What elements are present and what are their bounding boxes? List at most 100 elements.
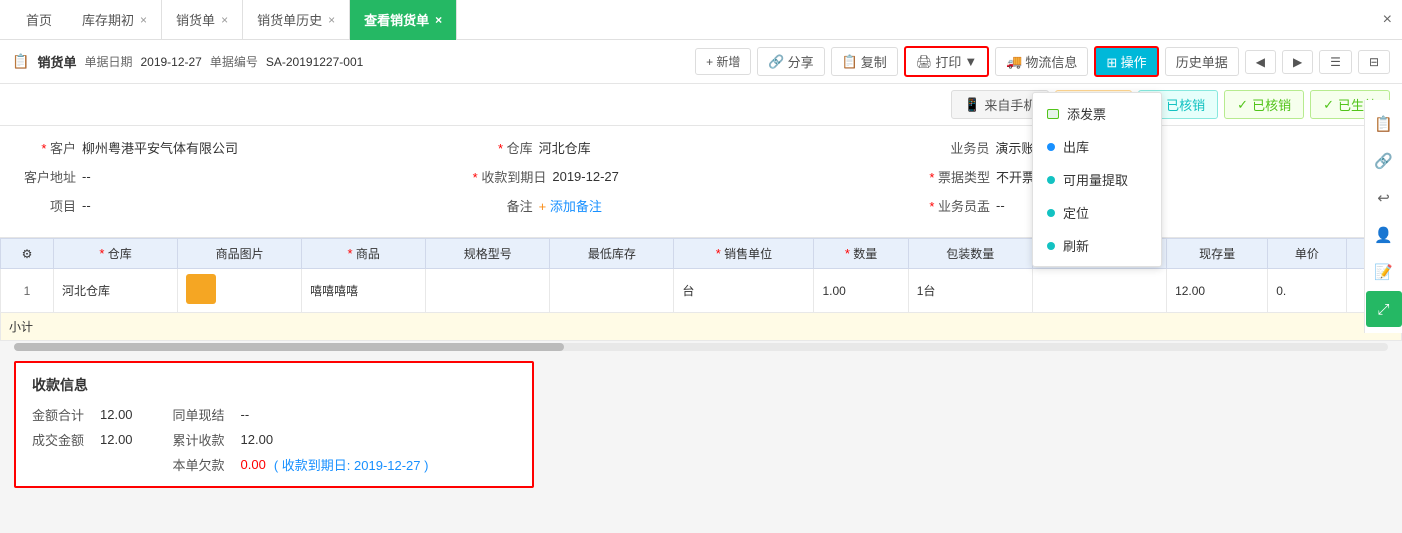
address-value: -- xyxy=(82,169,91,184)
th-spec: 规格型号 xyxy=(426,239,550,269)
payment-col-right: 同单现结 -- 累计收款 12.00 本单欠款 0.00 ( 收款到期日: 20… xyxy=(173,405,429,474)
tab-sales-history[interactable]: 销货单历史 × xyxy=(243,0,350,40)
amount-total-item: 金额合计 12.00 xyxy=(32,405,133,424)
dropdown-arrow-icon: ▼ xyxy=(964,54,977,69)
main-content: 📋 销货单 单据日期 2019-12-27 单据编号 SA-20191227-0… xyxy=(0,40,1402,533)
subtotal-label: 小计 xyxy=(1,313,1402,341)
same-order-value: -- xyxy=(241,407,250,422)
form-area: 客户 柳州粤港平安气体有限公司 仓库 河北仓库 业务员 演示账号 客户地址 --… xyxy=(0,126,1402,238)
print-button[interactable]: 🖨 打印 ▼ xyxy=(904,46,989,77)
right-panel: 📋 🔗 ↩ 👤 📝 ⤢ xyxy=(1364,100,1402,333)
locate-icon xyxy=(1047,209,1055,217)
outbound-item[interactable]: 出库 xyxy=(1033,130,1161,163)
row-min-stock xyxy=(550,269,674,313)
customer-label: 客户 xyxy=(16,138,76,157)
same-order-item: 同单现结 -- xyxy=(173,405,429,424)
share-button[interactable]: 🔗 分享 xyxy=(757,47,824,76)
prev-button[interactable]: ◀ xyxy=(1245,50,1276,74)
table-wrap: ⚙ * 仓库 商品图片 * 商品 规格型号 最低库存 * 销售单位 * 数量 包… xyxy=(0,238,1402,341)
form-row-2: 客户地址 -- 收款到期日 2019-12-27 票据类型 不开票 xyxy=(16,167,1386,186)
status-area: 📱 来自手机 ● 未开票 ✓ 已核销 ✓ 已核销 ✓ 已生效 xyxy=(0,84,1402,126)
logistics-button[interactable]: 🚚 物流信息 xyxy=(995,47,1088,76)
th-product-img: 商品图片 xyxy=(178,239,302,269)
project-field: 项目 -- xyxy=(16,196,473,215)
right-undo-icon[interactable]: ↩ xyxy=(1366,180,1402,216)
th-settings[interactable]: ⚙ xyxy=(1,239,54,269)
current-owe-item: 本单欠款 0.00 ( 收款到期日: 2019-12-27 ) xyxy=(173,455,429,474)
close-sales-tab[interactable]: × xyxy=(221,13,228,27)
history-button[interactable]: 历史单据 xyxy=(1165,47,1239,76)
date-value: 2019-12-27 xyxy=(140,55,201,69)
locate-item[interactable]: 定位 xyxy=(1033,196,1161,229)
row-avail xyxy=(1032,269,1166,313)
new-button[interactable]: + 新增 xyxy=(695,48,751,75)
deal-amount-value: 12.00 xyxy=(100,432,133,447)
operation-button[interactable]: ⊞ 操作 xyxy=(1094,46,1158,77)
products-table: ⚙ * 仓库 商品图片 * 商品 规格型号 最低库存 * 销售单位 * 数量 包… xyxy=(0,238,1402,341)
add-note-btn[interactable]: + 添加备注 xyxy=(539,196,602,215)
cumulative-value: 12.00 xyxy=(241,432,274,447)
share-icon: 🔗 xyxy=(768,54,784,70)
deal-amount-item: 成交金额 12.00 xyxy=(32,430,133,449)
tab-sales-order[interactable]: 销货单 × xyxy=(162,0,243,40)
note-label: 备注 xyxy=(473,196,533,215)
tab-inventory-init[interactable]: 库存期初 × xyxy=(68,0,162,40)
right-expand-icon[interactable]: ⤢ xyxy=(1366,291,1402,327)
close-inventory-tab[interactable]: × xyxy=(140,13,147,27)
invoice-icon xyxy=(1047,109,1059,119)
table-scrollbar[interactable] xyxy=(14,343,1388,351)
staff-label: 业务员 xyxy=(929,138,989,157)
right-note-icon[interactable]: 📝 xyxy=(1366,254,1402,290)
address-field: 客户地址 -- xyxy=(16,167,473,186)
customer-value: 柳州粤港平安气体有限公司 xyxy=(82,138,238,157)
ticket-type-label: 票据类型 xyxy=(929,167,990,186)
close-history-tab[interactable]: × xyxy=(328,13,335,27)
th-min-stock: 最低库存 xyxy=(550,239,674,269)
right-link-icon[interactable]: 🔗 xyxy=(1366,143,1402,179)
window-close-button[interactable]: × xyxy=(1383,11,1392,29)
grid-icon: ⊞ xyxy=(1106,55,1117,70)
th-qty: * 数量 xyxy=(814,239,908,269)
tab-bar: 首页 库存期初 × 销货单 × 销货单历史 × 查看销货单 × × xyxy=(0,0,1402,40)
address-label: 客户地址 xyxy=(16,167,76,186)
payment-info-box: 收款信息 金额合计 12.00 成交金额 12.00 同单现结 -- 累计收款 xyxy=(14,361,534,488)
right-doc-icon[interactable]: 📋 xyxy=(1366,106,1402,142)
th-product: * 商品 xyxy=(302,239,426,269)
tab-home[interactable]: 首页 xyxy=(10,10,68,29)
form-row-1: 客户 柳州粤港平安气体有限公司 仓库 河北仓库 业务员 演示账号 xyxy=(16,138,1386,157)
row-spec xyxy=(426,269,550,313)
add-invoice-item[interactable]: 添发票 xyxy=(1033,97,1161,130)
voided-button[interactable]: ✓ 已核销 xyxy=(1224,90,1304,119)
amount-total-value: 12.00 xyxy=(100,407,133,422)
warehouse-field: 仓库 河北仓库 xyxy=(473,138,930,157)
subtotal-row: 小计 xyxy=(1,313,1402,341)
effect-icon: ✓ xyxy=(1323,97,1334,113)
note-field: 备注 + 添加备注 xyxy=(473,196,930,215)
due-date-label: 收款到期日 xyxy=(473,167,547,186)
tab-view-sales[interactable]: 查看销货单 × xyxy=(350,0,457,40)
truck-icon: 🚚 xyxy=(1006,54,1022,70)
next-button[interactable]: ▶ xyxy=(1282,50,1313,74)
row-warehouse: 河北仓库 xyxy=(53,269,177,313)
staff2-value: -- xyxy=(996,198,1005,213)
close-view-tab[interactable]: × xyxy=(435,13,442,27)
deal-amount-label: 成交金额 xyxy=(32,430,92,449)
doc-title-area: 📋 销货单 单据日期 2019-12-27 单据编号 SA-20191227-0… xyxy=(12,52,689,71)
cumulative-label: 累计收款 xyxy=(173,430,233,449)
right-user-icon[interactable]: 👤 xyxy=(1366,217,1402,253)
refresh-item[interactable]: 刷新 xyxy=(1033,229,1161,262)
view-toggle-list[interactable]: ☰ xyxy=(1319,50,1352,74)
due-date-value: 2019-12-27 xyxy=(552,169,619,184)
avail-qty-item[interactable]: 可用量提取 xyxy=(1033,163,1161,196)
scrollbar-thumb[interactable] xyxy=(14,343,564,351)
current-owe-value: 0.00 xyxy=(241,457,266,472)
th-stock: 现存量 xyxy=(1167,239,1268,269)
doc-icon: 📋 xyxy=(12,53,29,70)
mobile-icon: 📱 xyxy=(964,97,980,113)
amount-total-label: 金额合计 xyxy=(32,405,92,424)
row-stock: 12.00 xyxy=(1167,269,1268,313)
copy-button[interactable]: 📋 复制 xyxy=(831,47,898,76)
project-label: 项目 xyxy=(16,196,76,215)
view-toggle-grid[interactable]: ⊟ xyxy=(1358,50,1390,74)
payment-title: 收款信息 xyxy=(32,375,516,395)
